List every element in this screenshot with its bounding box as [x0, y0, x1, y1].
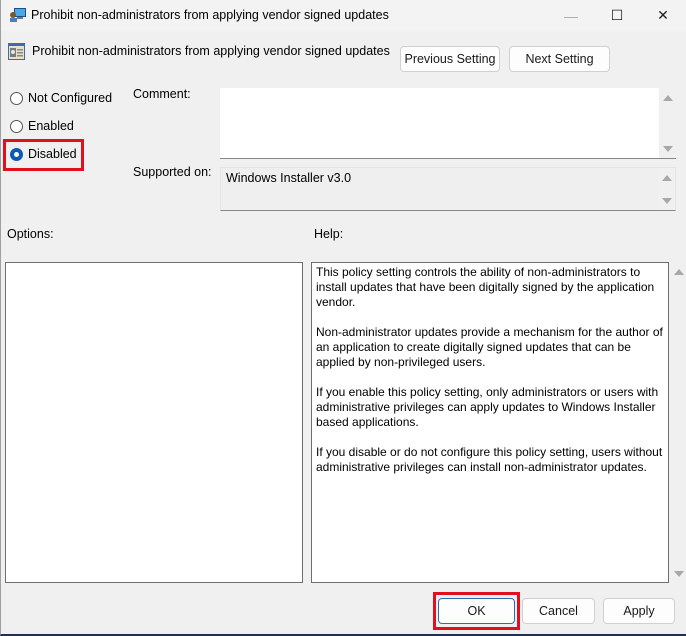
group-policy-computer-icon	[10, 8, 26, 22]
setting-title: Prohibit non-administrators from applyin…	[32, 44, 390, 58]
scroll-down-icon[interactable]	[662, 198, 672, 204]
cancel-button[interactable]: Cancel	[522, 598, 595, 624]
help-paragraph: Non-administrator updates provide a mech…	[316, 325, 663, 369]
apply-button[interactable]: Apply	[603, 598, 675, 624]
options-panel	[5, 262, 303, 583]
close-icon: ✕	[657, 7, 669, 23]
radio-label: Not Configured	[28, 91, 113, 105]
scroll-up-icon[interactable]	[674, 269, 684, 275]
help-paragraph: If you enable this policy setting, only …	[316, 385, 659, 429]
help-label: Help:	[314, 227, 344, 241]
comment-scrollbar[interactable]	[659, 88, 676, 158]
policy-setting-icon	[8, 43, 25, 60]
highlight-box-disabled	[3, 139, 84, 171]
radio-circle[interactable]	[10, 91, 23, 105]
title-bar[interactable]: Prohibit non-administrators from applyin…	[1, 0, 686, 31]
help-scrollbar[interactable]	[670, 262, 686, 583]
scroll-down-icon[interactable]	[663, 146, 673, 152]
maximize-button[interactable]: ☐	[594, 0, 640, 31]
minimize-button[interactable]: —	[548, 0, 594, 31]
options-label: Options:	[7, 227, 54, 241]
next-setting-button[interactable]: Next Setting	[509, 46, 610, 72]
previous-setting-button[interactable]: Previous Setting	[400, 46, 500, 72]
comment-label: Comment:	[133, 87, 191, 101]
policy-dialog-window: Prohibit non-administrators from applyin…	[0, 0, 686, 636]
help-panel: This policy setting controls the ability…	[311, 262, 669, 583]
window-title: Prohibit non-administrators from applyin…	[31, 8, 389, 22]
help-paragraph: If you disable or do not configure this …	[316, 445, 663, 474]
supported-on-label: Supported on:	[133, 165, 212, 179]
supported-scrollbar[interactable]	[658, 168, 675, 210]
minimize-icon: —	[564, 7, 578, 24]
scroll-up-icon[interactable]	[663, 95, 673, 101]
supported-on-field: Windows Installer v3.0	[220, 167, 676, 211]
maximize-icon: ☐	[610, 7, 624, 23]
radio-circle[interactable]	[10, 119, 23, 133]
comment-textarea[interactable]	[220, 88, 676, 159]
supported-on-value: Windows Installer v3.0	[226, 171, 352, 185]
help-paragraph: This policy setting controls the ability…	[316, 265, 655, 309]
scroll-up-icon[interactable]	[662, 175, 672, 181]
radio-enabled[interactable]: Enabled	[10, 119, 74, 133]
radio-label: Enabled	[28, 119, 74, 133]
close-button[interactable]: ✕	[640, 0, 686, 31]
highlight-box-ok	[433, 592, 520, 630]
radio-not-configured[interactable]: Not Configured	[10, 91, 112, 105]
scroll-down-icon[interactable]	[674, 571, 684, 577]
